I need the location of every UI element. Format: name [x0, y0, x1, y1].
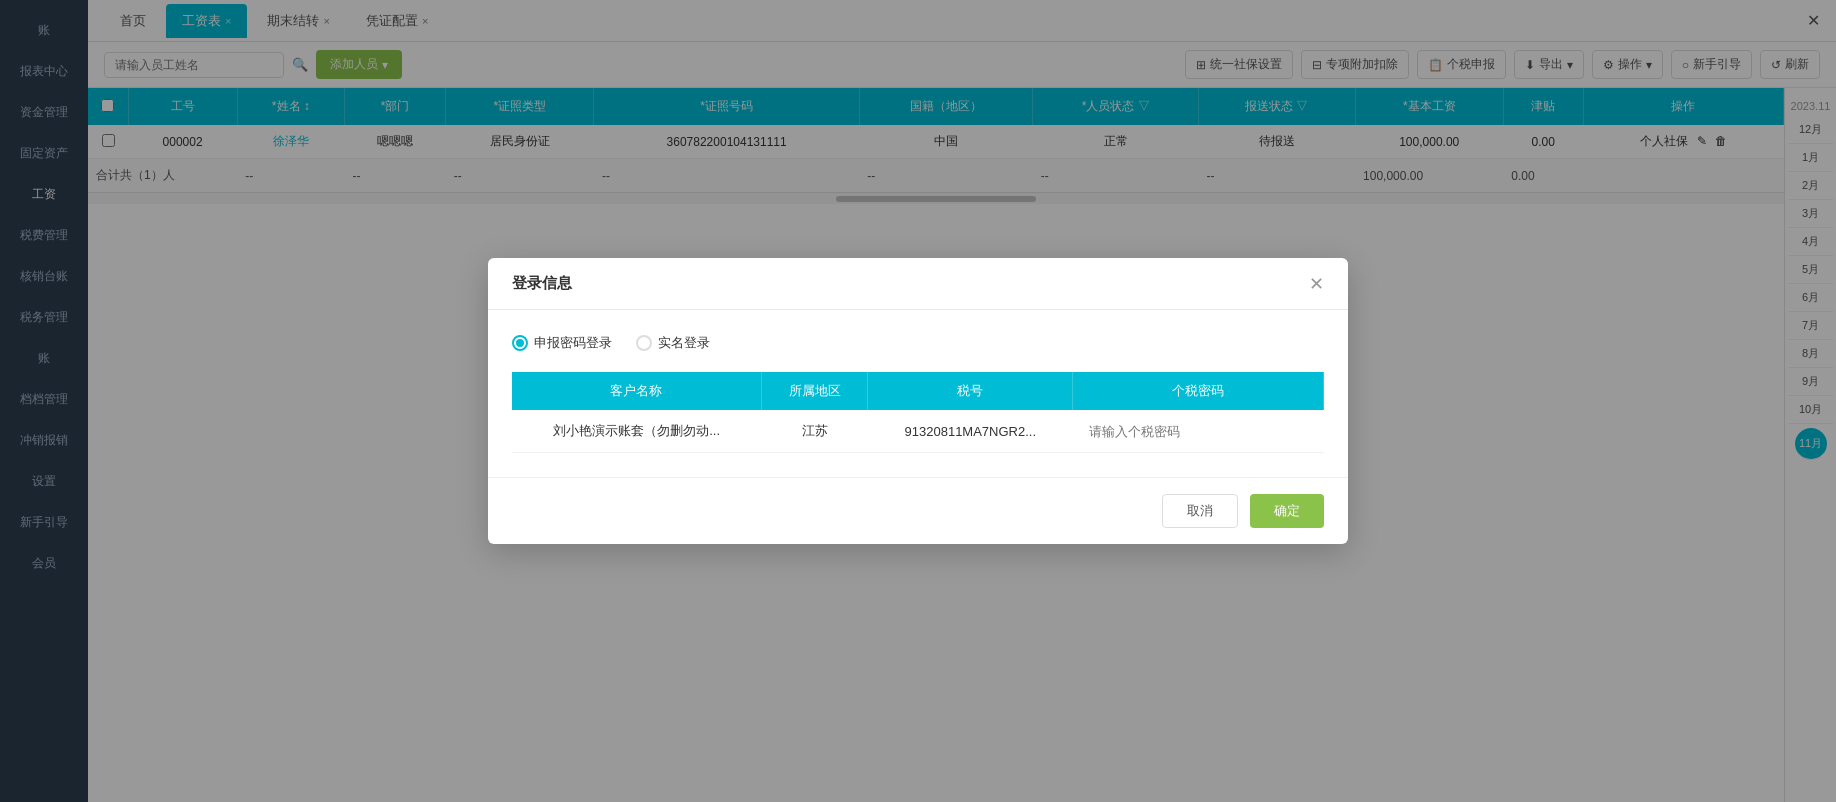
modal-password-input[interactable]	[1089, 424, 1308, 439]
radio-realname-label: 实名登录	[658, 334, 710, 352]
modal-col-password: 个税密码	[1073, 372, 1324, 410]
modal-region: 江苏	[761, 410, 868, 453]
modal-tax-no: 91320811MA7NGR2...	[868, 410, 1073, 453]
login-type-radio-group: 申报密码登录 实名登录	[512, 334, 1324, 352]
radio-realname-login[interactable]: 实名登录	[636, 334, 710, 352]
modal-title: 登录信息	[512, 274, 572, 293]
radio-password-circle	[512, 335, 528, 351]
modal-col-client-name: 客户名称	[512, 372, 761, 410]
radio-realname-circle	[636, 335, 652, 351]
radio-password-login[interactable]: 申报密码登录	[512, 334, 612, 352]
modal-password-input-cell[interactable]	[1073, 410, 1324, 453]
modal-body: 申报密码登录 实名登录 客户名称 所属地区 税号 个税密码	[488, 310, 1348, 477]
modal-header: 登录信息 ✕	[488, 258, 1348, 310]
login-info-modal: 登录信息 ✕ 申报密码登录 实名登录	[488, 258, 1348, 544]
login-info-table: 客户名称 所属地区 税号 个税密码 刘小艳演示账套（勿删勿动... 江苏 913…	[512, 372, 1324, 453]
modal-close-button[interactable]: ✕	[1309, 275, 1324, 293]
modal-confirm-button[interactable]: 确定	[1250, 494, 1324, 528]
modal-overlay: 登录信息 ✕ 申报密码登录 实名登录	[0, 0, 1836, 802]
modal-table-row: 刘小艳演示账套（勿删勿动... 江苏 91320811MA7NGR2...	[512, 410, 1324, 453]
modal-client-name: 刘小艳演示账套（勿删勿动...	[512, 410, 761, 453]
app-container: 账 报表中心 资金管理 固定资产 工资 税费管理 核销台账 税务管理 账 档档管…	[0, 0, 1836, 802]
modal-footer: 取消 确定	[488, 477, 1348, 544]
modal-table-header: 客户名称 所属地区 税号 个税密码	[512, 372, 1324, 410]
modal-col-region: 所属地区	[761, 372, 868, 410]
modal-col-tax-no: 税号	[868, 372, 1073, 410]
radio-password-label: 申报密码登录	[534, 334, 612, 352]
modal-cancel-button[interactable]: 取消	[1162, 494, 1238, 528]
